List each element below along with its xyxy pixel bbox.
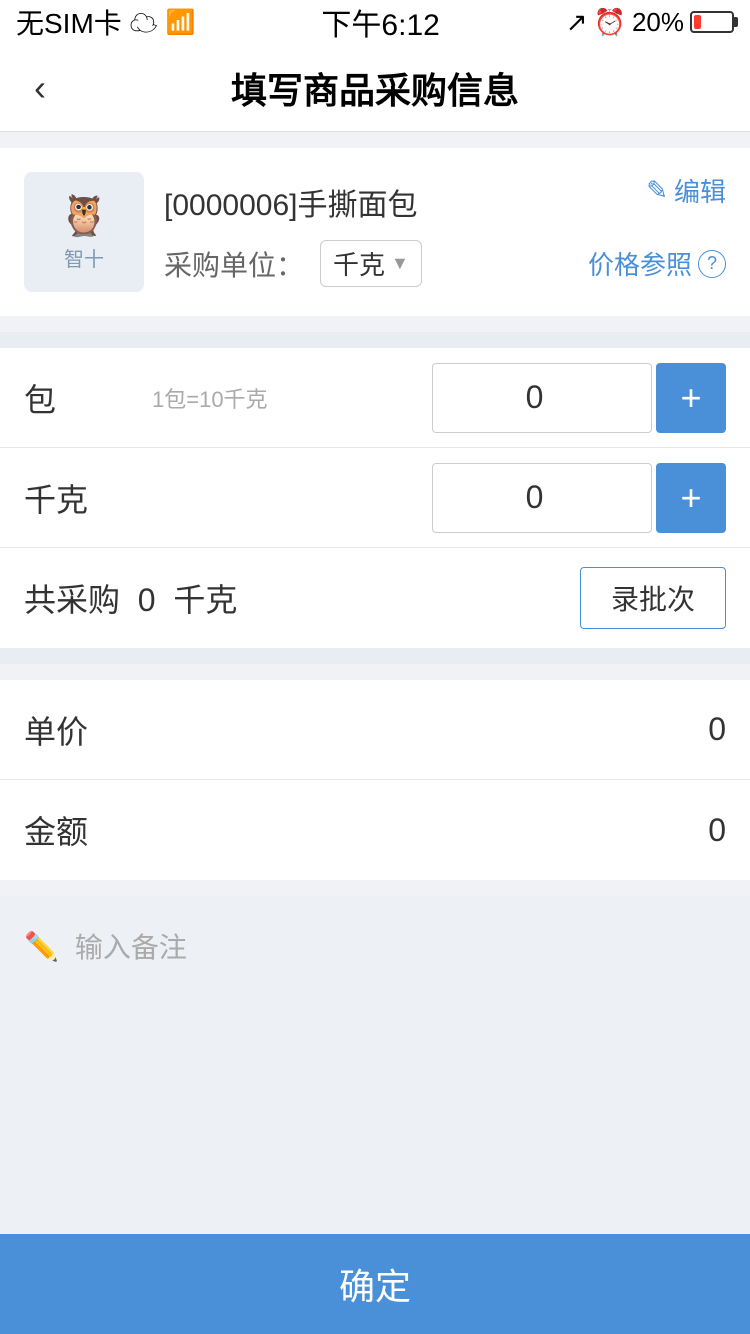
brand-logo-icon: 🦉 [59,192,109,239]
brand-text: 智十 [64,243,104,272]
unit-label: 采购单位： [164,244,304,284]
kg-plus-button[interactable]: + [656,463,726,533]
dropdown-arrow-icon: ▼ [391,253,409,274]
kg-input[interactable] [432,463,652,533]
bag-sublabel: 1包=10千克 [152,382,268,414]
notes-placeholder: 输入备注 [75,926,187,966]
notes-section[interactable]: ✏️ 输入备注 [0,896,750,996]
product-name: [0000006]手撕面包 [164,180,417,224]
battery-icon [690,11,734,33]
price-section: 单价 0 金额 0 [0,680,750,880]
bag-plus-button[interactable]: + [656,363,726,433]
unit-price-value: 0 [708,711,726,748]
alarm-icon: ⏰ [594,7,626,38]
price-ref-button[interactable]: 价格参照 ? [588,245,726,282]
edit-icon: ✎ [646,175,668,206]
total-row: 共采购 0 千克 录批次 [0,548,750,648]
back-button[interactable]: ‹ [0,44,80,132]
total-label: 共采购 0 千克 [24,575,237,621]
bag-input[interactable] [432,363,652,433]
pencil-icon: ✏️ [24,930,59,963]
unit-price-row: 单价 0 [0,680,750,780]
no-sim-label: 无SIM卡 ☁ [16,2,158,42]
location-icon: ↗ [566,7,588,38]
unit-price-label: 单价 [24,707,88,753]
kg-input-row: 千克 + [0,448,750,548]
status-left: 无SIM卡 ☁ 📶 [16,2,195,42]
unit-select[interactable]: 千克 ▼ [320,240,422,287]
input-section: 包 1包=10千克 + 千克 + [0,348,750,548]
wifi-icon: 📶 [166,8,196,37]
price-ref-question-icon: ? [698,250,726,278]
nav-bar: ‹ 填写商品采购信息 [0,44,750,132]
section-divider-1 [0,332,750,348]
bag-label: 包 [24,375,144,421]
kg-input-wrapper: + [432,463,726,533]
amount-value: 0 [708,812,726,849]
confirm-button[interactable]: 确定 [0,1234,750,1334]
page-title: 填写商品采购信息 [231,62,519,114]
product-unit-row: 采购单位： 千克 ▼ 价格参照 ? [164,240,726,287]
product-info: [0000006]手撕面包 ✎ 编辑 采购单位： 千克 ▼ 价格参照 ? [164,172,726,287]
product-card: 🦉 智十 [0000006]手撕面包 ✎ 编辑 采购单位： 千克 ▼ 价格参照 … [0,148,750,316]
product-image: 🦉 智十 [24,172,144,292]
amount-label: 金额 [24,807,88,853]
bag-input-row: 包 1包=10千克 + [0,348,750,448]
section-divider-2 [0,648,750,664]
battery-percent: 20% [632,7,684,38]
unit-value: 千克 [333,245,385,282]
back-arrow-icon: ‹ [34,67,46,109]
edit-button[interactable]: ✎ 编辑 [646,172,726,209]
status-right: ↗ ⏰ 20% [566,7,734,38]
total-amount: 0 [138,582,156,618]
batch-button[interactable]: 录批次 [580,567,726,629]
status-bar: 无SIM卡 ☁ 📶 下午6:12 ↗ ⏰ 20% [0,0,750,44]
amount-row: 金额 0 [0,780,750,880]
kg-label: 千克 [24,475,144,521]
status-time: 下午6:12 [321,0,439,44]
bag-input-wrapper: + [432,363,726,433]
